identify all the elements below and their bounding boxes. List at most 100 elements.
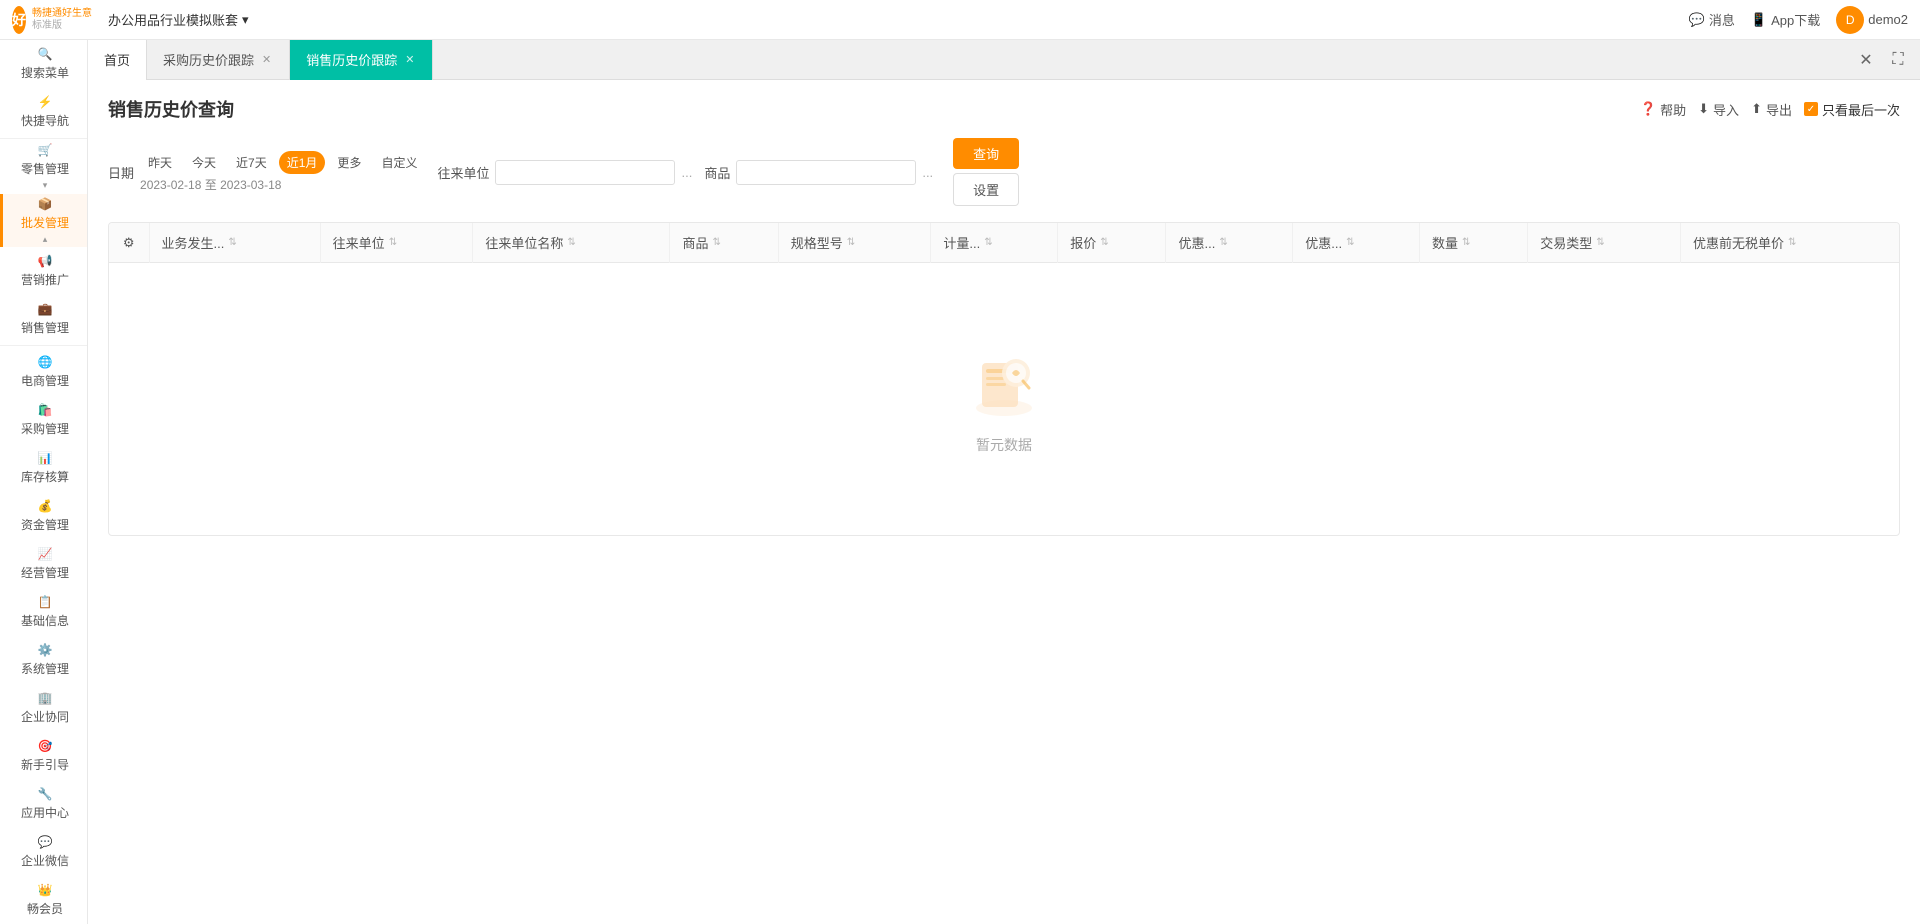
sidebar-item-retail[interactable]: 🛒 零售管理 ▾ [0, 141, 87, 194]
close-all-tabs-button[interactable]: ✕ [1852, 46, 1880, 74]
top-bar: 好 畅捷通好生意 标准版 办公用品行业模拟账套 ▾ 💬 消息 📱 App下载 D… [0, 0, 1920, 40]
app-download-button[interactable]: 📱 App下载 [1751, 10, 1820, 29]
sort-icon-2[interactable]: ⇅ [389, 237, 397, 248]
filter-bar: 日期 昨天 今天 近7天 近1月 更多 自定义 2023-02-18 至 202… [108, 138, 1900, 206]
message-button[interactable]: 💬 消息 [1689, 10, 1735, 29]
main-layout: 🔍 搜索菜单 ⚡ 快捷导航 🛒 零售管理 ▾ 📦 批发管理 ▴ 📢 营销推广 💼… [0, 40, 1920, 924]
sidebar-item-operations[interactable]: 📈 经营管理 [0, 540, 87, 588]
basic-icon: 📋 [38, 595, 53, 609]
import-button[interactable]: ⬇ 导入 [1698, 100, 1739, 119]
sales-icon: 💼 [38, 302, 53, 316]
date-options: 昨天 今天 近7天 近1月 更多 自定义 [140, 151, 425, 174]
sidebar-item-search[interactable]: 🔍 搜索菜单 [0, 40, 87, 88]
import-icon: ⬇ [1698, 101, 1709, 117]
user-menu[interactable]: D demo2 [1836, 6, 1908, 34]
tab-close-purchase[interactable]: ✕ [260, 51, 273, 68]
column-quantity: 数量 ⇅ [1420, 223, 1528, 263]
column-gear[interactable]: ⚙ [109, 223, 149, 263]
sort-icon-5[interactable]: ⇅ [847, 237, 855, 248]
tab-home[interactable]: 首页 [88, 40, 147, 80]
sidebar-item-vip[interactable]: 👑 畅会员 [0, 876, 87, 924]
table-header: ⚙ 业务发生... ⇅ 往来单位 [109, 223, 1899, 263]
sidebar-item-finance[interactable]: 💰 资金管理 [0, 492, 87, 540]
sidebar-item-ecommerce[interactable]: 🌐 电商管理 [0, 348, 87, 396]
sidebar-item-appstore[interactable]: 🔧 应用中心 [0, 780, 87, 828]
date-btn-today[interactable]: 今天 [184, 151, 224, 174]
sidebar-item-purchase[interactable]: 🛍️ 采购管理 [0, 396, 87, 444]
retail-icon: 🛒 [38, 143, 53, 157]
sidebar-divider-2 [0, 345, 87, 346]
wholesale-icon: 📦 [38, 197, 53, 211]
sidebar-item-enterprise[interactable]: 🏢 企业协同 [0, 684, 87, 732]
page-inner: 销售历史价查询 ❓ 帮助 ⬇ 导入 ⬆ 导出 [88, 80, 1920, 924]
operations-icon: 📈 [38, 547, 53, 561]
sidebar-item-basic[interactable]: 📋 基础信息 [0, 588, 87, 636]
last-only-checkbox[interactable]: ✓ 只看最后一次 [1804, 100, 1900, 119]
sidebar-divider [0, 138, 87, 139]
date-btn-yesterday[interactable]: 昨天 [140, 151, 180, 174]
sort-icon-9[interactable]: ⇅ [1346, 237, 1354, 248]
goods-input[interactable] [736, 160, 916, 185]
workspace-selector[interactable]: 办公用品行业模拟账套 ▾ [100, 6, 257, 33]
tab-purchase[interactable]: 采购历史价跟踪 ✕ [147, 40, 290, 80]
tab-bar: 首页 采购历史价跟踪 ✕ 销售历史价跟踪 ✕ ✕ ⛶ [88, 40, 1920, 80]
sort-icon-7[interactable]: ⇅ [1100, 237, 1108, 248]
partner-dots: ... [681, 165, 692, 180]
settings-button[interactable]: 设置 [953, 173, 1019, 206]
help-button[interactable]: ❓ 帮助 [1640, 100, 1686, 119]
query-button[interactable]: 查询 [953, 138, 1019, 169]
export-button[interactable]: ⬆ 导出 [1751, 100, 1792, 119]
date-btn-custom[interactable]: 自定义 [373, 151, 425, 174]
sidebar: 🔍 搜索菜单 ⚡ 快捷导航 🛒 零售管理 ▾ 📦 批发管理 ▴ 📢 营销推广 💼… [0, 40, 88, 924]
top-bar-right: 💬 消息 📱 App下载 D demo2 [1689, 6, 1908, 34]
appstore-icon: 🔧 [38, 787, 53, 801]
tab-close-sales[interactable]: ✕ [403, 51, 416, 68]
chevron-down-icon: ▾ [242, 12, 249, 28]
column-price: 报价 ⇅ [1058, 223, 1166, 263]
column-tax-price: 优惠前无税单价 ⇅ [1680, 223, 1899, 263]
tab-sales[interactable]: 销售历史价跟踪 ✕ [290, 40, 433, 80]
date-options-col: 昨天 今天 近7天 近1月 更多 自定义 2023-02-18 至 2023-0… [140, 151, 425, 193]
chevron-down-icon: ▾ [43, 180, 48, 191]
page-actions: ❓ 帮助 ⬇ 导入 ⬆ 导出 ✓ 只看最后一次 [1640, 100, 1900, 119]
enterprise-icon: 🏢 [38, 691, 53, 705]
date-btn-7days[interactable]: 近7天 [228, 151, 275, 174]
date-label: 日期 [108, 163, 134, 182]
sort-icon-12[interactable]: ⇅ [1788, 237, 1796, 248]
column-partner-name: 往来单位名称 ⇅ [473, 223, 670, 263]
partner-filter-group: 往来单位 ... [437, 160, 692, 185]
table-header-row: ⚙ 业务发生... ⇅ 往来单位 [109, 223, 1899, 263]
sort-icon-3[interactable]: ⇅ [567, 237, 575, 248]
date-range-display: 2023-02-18 至 2023-03-18 [140, 176, 425, 193]
sidebar-item-wechat[interactable]: 💬 企业微信 [0, 828, 87, 876]
sidebar-item-wholesale[interactable]: 📦 批发管理 ▴ [0, 194, 87, 247]
sidebar-item-shortcut[interactable]: ⚡ 快捷导航 [0, 88, 87, 136]
partner-input[interactable] [495, 160, 675, 185]
date-filter-group: 日期 昨天 今天 近7天 近1月 更多 自定义 2023-02-18 至 202… [108, 151, 425, 193]
sort-icon-8[interactable]: ⇅ [1219, 237, 1227, 248]
search-icon: 🔍 [38, 47, 53, 61]
checkbox-icon: ✓ [1804, 102, 1818, 116]
date-btn-1month[interactable]: 近1月 [279, 151, 326, 174]
system-icon: ⚙️ [38, 643, 53, 657]
goods-dots: ... [922, 165, 933, 180]
tab-bar-controls: ✕ ⛶ [1852, 46, 1920, 74]
column-trade-type: 交易类型 ⇅ [1528, 223, 1681, 263]
column-discount2: 优惠... ⇅ [1293, 223, 1420, 263]
sort-icon-11[interactable]: ⇅ [1596, 237, 1604, 248]
sidebar-item-guide[interactable]: 🎯 新手引导 [0, 732, 87, 780]
sort-icon[interactable]: ⇅ [228, 237, 236, 248]
sort-icon-6[interactable]: ⇅ [984, 237, 992, 248]
sidebar-item-inventory[interactable]: 📊 库存核算 [0, 444, 87, 492]
wechat-icon: 💬 [38, 835, 53, 849]
export-icon: ⬆ [1751, 101, 1762, 117]
sidebar-item-marketing[interactable]: 📢 营销推广 [0, 247, 87, 295]
maximize-button[interactable]: ⛶ [1884, 46, 1912, 74]
column-discount1: 优惠... ⇅ [1166, 223, 1293, 263]
sidebar-item-system[interactable]: ⚙️ 系统管理 [0, 636, 87, 684]
date-btn-more[interactable]: 更多 [329, 151, 369, 174]
sort-icon-10[interactable]: ⇅ [1462, 237, 1470, 248]
sort-icon-4[interactable]: ⇅ [712, 237, 720, 248]
logo-icon: 好 [12, 6, 26, 34]
sidebar-item-sales[interactable]: 💼 销售管理 [0, 295, 87, 343]
